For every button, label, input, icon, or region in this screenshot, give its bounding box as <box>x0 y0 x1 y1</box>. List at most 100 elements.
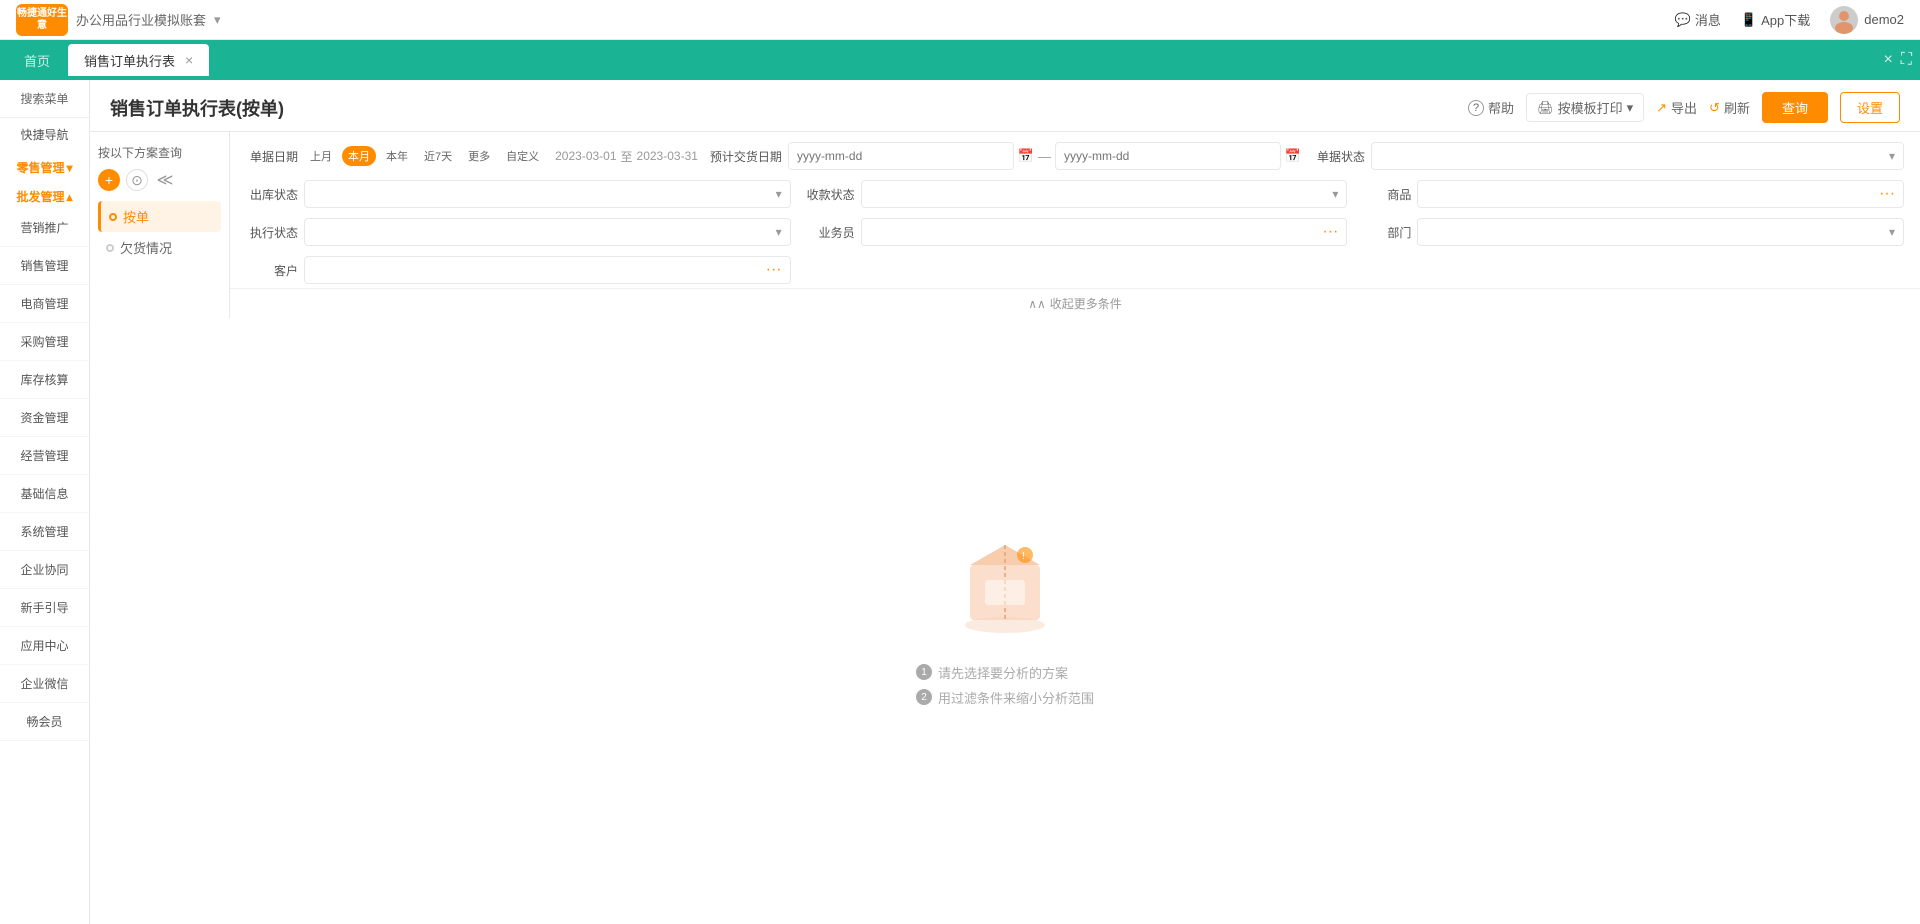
tab-bar-close-btn[interactable]: × <box>1883 51 1892 69</box>
tip-text-2: 用过滤条件来缩小分析范围 <box>938 688 1094 707</box>
sidebar-item-purchase[interactable]: 采购管理 <box>0 323 89 361</box>
main-layout: 搜索菜单 快捷导航 零售管理 ▾ 批发管理 ▴ 营销推广 销售管理 电商管理 采… <box>0 80 1920 924</box>
filter-option-by-debt[interactable]: 欠货情况 <box>98 232 221 263</box>
empty-state-tips: 1 请先选择要分析的方案 2 用过滤条件来缩小分析范围 <box>916 663 1094 713</box>
copy-scheme-btn[interactable]: ⊙ <box>126 169 148 191</box>
refresh-label: 刷新 <box>1724 98 1750 117</box>
sidebar-item-enterprise[interactable]: 企业协同 <box>0 551 89 589</box>
sidebar-item-retail[interactable]: 零售管理 ▾ <box>0 151 89 180</box>
print-btn[interactable]: 🖨 按模板打印 ▾ <box>1526 93 1644 122</box>
goods-label: 商品 <box>1359 186 1411 203</box>
tab-close-icon[interactable]: × <box>185 52 193 68</box>
date-shortcut-thisyear[interactable]: 本年 <box>380 146 414 166</box>
chevron-up-icon: ▴ <box>66 190 72 204</box>
filter-row-4: 客户 ··· <box>246 256 1904 284</box>
empty-state-illustration: ! <box>945 530 1065 643</box>
option-dot-active <box>109 213 117 221</box>
doc-status-chevron: ▾ <box>1889 149 1895 163</box>
empty-state: ! 1 请先选择要分析的方案 2 用过滤条件来缩小分析范围 <box>90 318 1920 924</box>
sidebar-item-finance[interactable]: 资金管理 <box>0 399 89 437</box>
search-button[interactable]: 查询 <box>1762 92 1828 123</box>
tab-sales-exec[interactable]: 销售订单执行表 × <box>68 44 209 76</box>
date-range-start: 2023-03-01 <box>555 149 616 163</box>
sidebar-item-ecommerce[interactable]: 电商管理 <box>0 285 89 323</box>
filter-option-by-order[interactable]: 按单 <box>98 201 221 232</box>
customer-label: 客户 <box>246 262 298 279</box>
sidebar-item-member[interactable]: 畅会员 <box>0 703 89 741</box>
department-select[interactable]: ▾ <box>1417 218 1904 246</box>
filter-main-content: 单据日期 上月 本月 本年 近7天 更多 自定义 2023-03-01 <box>230 132 1920 318</box>
calendar-icon-end: 📅 <box>1285 148 1301 164</box>
export-label: 导出 <box>1671 98 1697 117</box>
sidebar-item-sales[interactable]: 销售管理 <box>0 247 89 285</box>
filter-sidebar-title-text: 按以下方案查询 <box>98 144 182 161</box>
tab-bar-expand-btn[interactable]: ⛶ <box>1901 51 1912 69</box>
sidebar-item-basic[interactable]: 基础信息 <box>0 475 89 513</box>
date-range-dash: — <box>1038 149 1051 164</box>
top-bar-right: 💬 消息 📱 App下载 demo2 <box>1675 6 1904 34</box>
expected-date-start-input[interactable] <box>788 142 1014 170</box>
avatar <box>1830 6 1858 34</box>
date-shortcut-lastmonth[interactable]: 上月 <box>304 146 338 166</box>
collection-status-label: 收款状态 <box>803 186 855 203</box>
sidebar-item-appstore[interactable]: 应用中心 <box>0 627 89 665</box>
salesperson-select[interactable]: ··· <box>861 218 1348 246</box>
sidebar-item-newbie[interactable]: 新手引导 <box>0 589 89 627</box>
date-shortcut-7days[interactable]: 近7天 <box>418 146 458 166</box>
goods-select[interactable]: ··· <box>1417 180 1904 208</box>
setting-button[interactable]: 设置 <box>1840 92 1900 123</box>
sidebar-item-wholesale[interactable]: 批发管理 ▴ <box>0 180 89 209</box>
customer-dots-icon: ··· <box>766 261 782 279</box>
collapse-row[interactable]: ∧∧ 收起更多条件 <box>230 288 1920 318</box>
tip-num-1: 1 <box>916 664 932 680</box>
exec-status-field: 执行状态 ▾ <box>246 218 791 246</box>
sidebar-item-operation[interactable]: 经营管理 <box>0 437 89 475</box>
app-download-btn[interactable]: 📱 App下载 <box>1741 10 1810 29</box>
exec-status-chevron: ▾ <box>776 225 782 239</box>
chevron-icon: ▾ <box>66 161 72 175</box>
date-shortcut-thismonth[interactable]: 本月 <box>342 146 376 166</box>
empty-tip-2: 2 用过滤条件来缩小分析范围 <box>916 688 1094 707</box>
collapse-sidebar-btn[interactable]: ≪ <box>154 169 176 191</box>
top-title: 办公用品行业模拟账套 <box>76 10 206 29</box>
sidebar-search[interactable]: 搜索菜单 <box>0 80 89 118</box>
department-chevron: ▾ <box>1889 225 1895 239</box>
date-range-display: 2023-03-01 至 2023-03-31 <box>555 148 698 165</box>
tab-bar-right: × ⛶ <box>1883 51 1912 69</box>
filters-panel: 按以下方案查询 + ⊙ ≪ 按单 欠货情况 <box>90 132 1920 318</box>
doc-status-field: 单据状态 ▾ <box>1313 142 1904 170</box>
top-title-dropdown[interactable]: ▾ <box>214 12 221 28</box>
sidebar-nav[interactable]: 快捷导航 <box>0 118 89 151</box>
content-area: 销售订单执行表(按单) ? 帮助 🖨 按模板打印 ▾ ↗ 导出 ↺ 刷新 <box>90 80 1920 924</box>
department-label: 部门 <box>1359 224 1411 241</box>
add-scheme-btn[interactable]: + <box>98 169 120 191</box>
expected-date-end-input[interactable] <box>1055 142 1281 170</box>
refresh-btn[interactable]: ↺ 刷新 <box>1709 98 1750 117</box>
sidebar-item-inventory[interactable]: 库存核算 <box>0 361 89 399</box>
app-icon: 📱 <box>1741 12 1757 28</box>
collection-status-select[interactable]: ▾ <box>861 180 1348 208</box>
sidebar-item-system[interactable]: 系统管理 <box>0 513 89 551</box>
help-btn[interactable]: ? 帮助 <box>1468 98 1514 117</box>
user-name: demo2 <box>1864 12 1904 27</box>
user-area[interactable]: demo2 <box>1830 6 1904 34</box>
department-field: 部门 ▾ <box>1359 218 1904 246</box>
ship-status-select[interactable]: ▾ <box>304 180 791 208</box>
tab-home[interactable]: 首页 <box>8 44 66 76</box>
export-icon: ↗ <box>1656 100 1667 116</box>
filter-row-1: 单据日期 上月 本月 本年 近7天 更多 自定义 2023-03-01 <box>246 142 1904 170</box>
svg-text:!: ! <box>1022 551 1025 562</box>
print-dropdown-icon: ▾ <box>1627 100 1634 116</box>
date-shortcut-custom[interactable]: 自定义 <box>500 146 545 166</box>
customer-select[interactable]: ··· <box>304 256 791 284</box>
export-btn[interactable]: ↗ 导出 <box>1656 98 1697 117</box>
doc-status-select[interactable]: ▾ <box>1371 142 1904 170</box>
option-dot-inactive <box>106 244 114 252</box>
sidebar-item-wechat[interactable]: 企业微信 <box>0 665 89 703</box>
sidebar: 搜索菜单 快捷导航 零售管理 ▾ 批发管理 ▴ 营销推广 销售管理 电商管理 采… <box>0 80 90 924</box>
message-btn[interactable]: 💬 消息 <box>1675 10 1721 29</box>
tab-home-label: 首页 <box>24 51 50 70</box>
sidebar-item-marketing[interactable]: 营销推广 <box>0 209 89 247</box>
exec-status-select[interactable]: ▾ <box>304 218 791 246</box>
date-shortcut-more[interactable]: 更多 <box>462 146 496 166</box>
